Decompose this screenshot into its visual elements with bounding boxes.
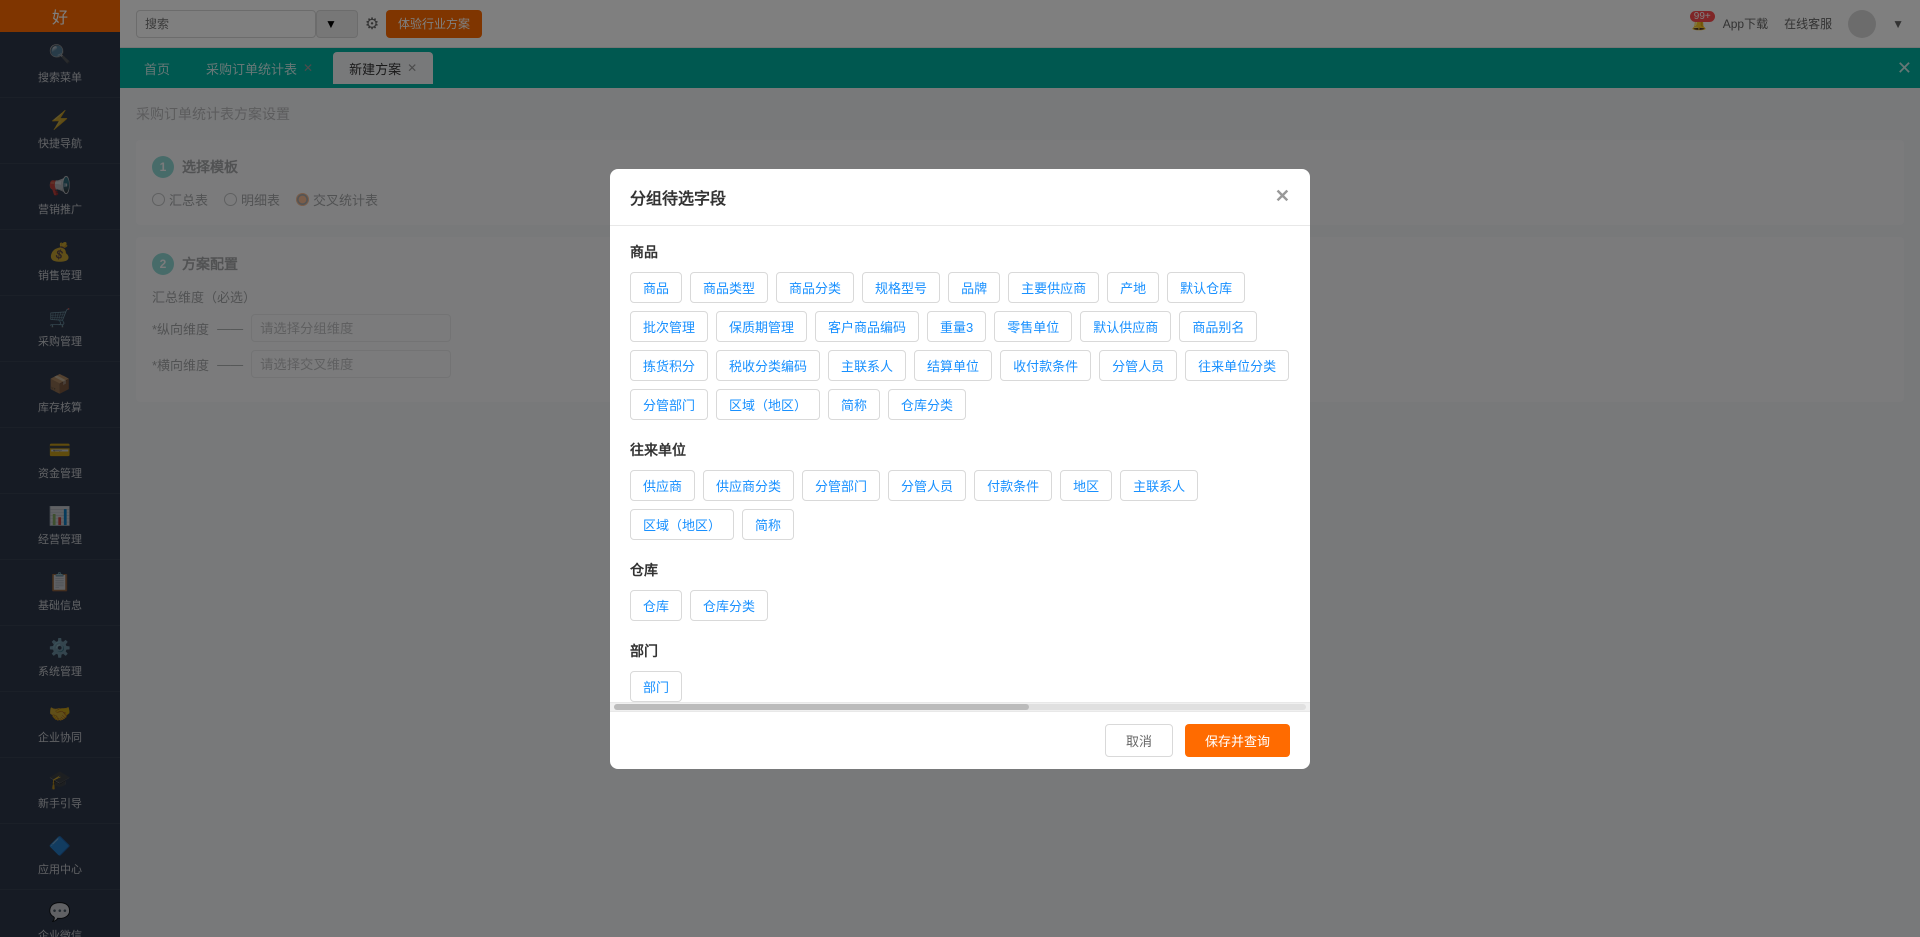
field-tag-2-1[interactable]: 仓库分类 [690, 590, 768, 621]
hscroll-thumb [614, 704, 1029, 710]
field-tags-1: 供应商供应商分类分管部门分管人员付款条件地区主联系人区域（地区） 简称 [630, 470, 1290, 540]
field-tag-0-21[interactable]: 往来单位分类 [1185, 350, 1289, 381]
modal-title: 分组待选字段 [630, 185, 726, 209]
field-tags-0: 商品商品类型商品分类规格型号品牌主要供应商产地默认仓库批次管理保质期管理客户商品… [630, 272, 1290, 420]
modal-close-button[interactable]: ✕ [1275, 186, 1290, 207]
modal-cancel-button[interactable]: 取消 [1105, 724, 1173, 757]
field-tag-0-5[interactable]: 主要供应商 [1008, 272, 1099, 303]
field-tag-0-0[interactable]: 商品 [630, 272, 682, 303]
field-tag-1-1[interactable]: 供应商分类 [703, 470, 794, 501]
field-tag-0-2[interactable]: 商品分类 [776, 272, 854, 303]
field-tag-0-11[interactable]: 重量3 [927, 311, 986, 342]
modal-horizontal-scrollbar[interactable] [610, 702, 1310, 710]
field-tag-0-3[interactable]: 规格型号 [862, 272, 940, 303]
field-tag-0-14[interactable]: 商品别名 [1179, 311, 1257, 342]
field-tag-0-12[interactable]: 零售单位 [994, 311, 1072, 342]
field-tag-1-0[interactable]: 供应商 [630, 470, 695, 501]
field-tag-0-4[interactable]: 品牌 [948, 272, 1000, 303]
field-tag-0-17[interactable]: 主联系人 [828, 350, 906, 381]
modal-footer: 取消 保存并查询 [610, 711, 1310, 769]
field-tag-1-4[interactable]: 付款条件 [974, 470, 1052, 501]
hscroll-track [614, 704, 1306, 710]
field-tag-0-22[interactable]: 分管部门 [630, 389, 708, 420]
field-section-0: 商品商品商品类型商品分类规格型号品牌主要供应商产地默认仓库批次管理保质期管理客户… [630, 242, 1290, 420]
field-tag-0-20[interactable]: 分管人员 [1099, 350, 1177, 381]
field-tag-0-24[interactable]: 简称 [828, 389, 880, 420]
modal-body: 商品商品商品类型商品分类规格型号品牌主要供应商产地默认仓库批次管理保质期管理客户… [610, 226, 1310, 703]
field-tag-1-3[interactable]: 分管人员 [888, 470, 966, 501]
field-tag-1-6[interactable]: 主联系人 [1120, 470, 1198, 501]
field-tags-3: 部门 [630, 671, 1290, 702]
field-tag-0-16[interactable]: 税收分类编码 [716, 350, 820, 381]
field-tag-0-1[interactable]: 商品类型 [690, 272, 768, 303]
field-tag-0-19[interactable]: 收付款条件 [1000, 350, 1091, 381]
field-section-title-2: 仓库 [630, 560, 1290, 580]
field-tag-3-0[interactable]: 部门 [630, 671, 682, 702]
modal-header: 分组待选字段 ✕ [610, 169, 1310, 226]
modal-overlay: 分组待选字段 ✕ 商品商品商品类型商品分类规格型号品牌主要供应商产地默认仓库批次… [0, 0, 1920, 937]
field-tag-1-2[interactable]: 分管部门 [802, 470, 880, 501]
field-section-1: 往来单位供应商供应商分类分管部门分管人员付款条件地区主联系人区域（地区） 简称 [630, 440, 1290, 540]
field-select-modal: 分组待选字段 ✕ 商品商品商品类型商品分类规格型号品牌主要供应商产地默认仓库批次… [610, 169, 1310, 769]
field-tag-2-0[interactable]: 仓库 [630, 590, 682, 621]
field-tag-0-25[interactable]: 仓库分类 [888, 389, 966, 420]
field-tags-2: 仓库仓库分类 [630, 590, 1290, 621]
field-tag-0-13[interactable]: 默认供应商 [1080, 311, 1171, 342]
field-tag-0-9[interactable]: 保质期管理 [716, 311, 807, 342]
field-tag-1-8[interactable]: 简称 [742, 509, 794, 540]
field-tag-0-8[interactable]: 批次管理 [630, 311, 708, 342]
field-tag-1-5[interactable]: 地区 [1060, 470, 1112, 501]
field-section-title-1: 往来单位 [630, 440, 1290, 460]
field-tag-0-15[interactable]: 拣货积分 [630, 350, 708, 381]
field-tag-0-6[interactable]: 产地 [1107, 272, 1159, 303]
modal-confirm-button[interactable]: 保存并查询 [1185, 724, 1290, 757]
field-tag-0-23[interactable]: 区域（地区） [716, 389, 820, 420]
field-tag-1-7[interactable]: 区域（地区） [630, 509, 734, 540]
field-section-3: 部门部门 [630, 641, 1290, 702]
field-section-2: 仓库仓库仓库分类 [630, 560, 1290, 621]
field-section-title-0: 商品 [630, 242, 1290, 262]
field-section-title-3: 部门 [630, 641, 1290, 661]
field-tag-0-7[interactable]: 默认仓库 [1167, 272, 1245, 303]
field-tag-0-10[interactable]: 客户商品编码 [815, 311, 919, 342]
field-tag-0-18[interactable]: 结算单位 [914, 350, 992, 381]
